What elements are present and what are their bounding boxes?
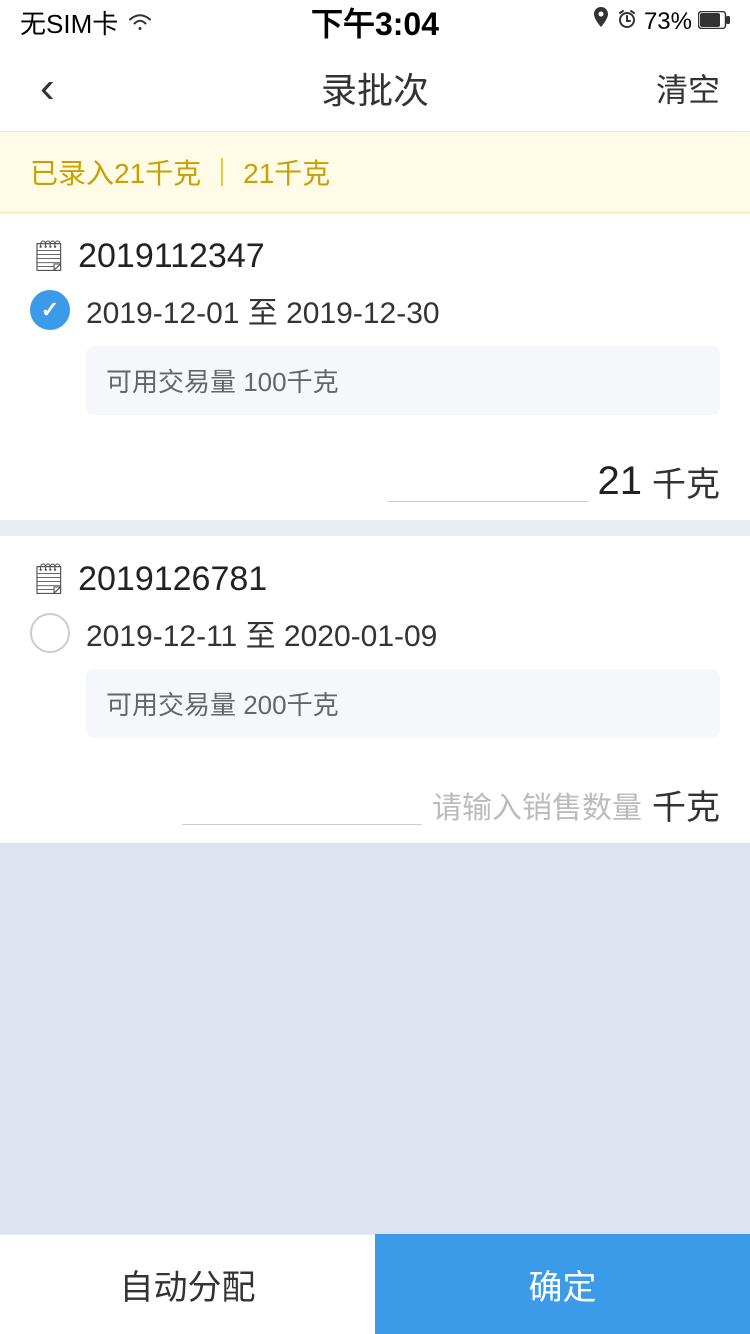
section-separator: [0, 520, 750, 536]
nav-bar: ‹ 录批次 清空: [0, 44, 750, 132]
batch-2-item[interactable]: 🗒 2019126781 2019-12-11 至 2020-01-09 可用交…: [0, 536, 750, 766]
clear-button[interactable]: 清空: [656, 65, 720, 111]
batch-1-section: 🗒 2019112347 2019-12-01 至 2019-12-30 可用交…: [0, 213, 750, 520]
batch-2-quantity-unit: 千克: [652, 780, 720, 829]
batch-1-quantity-unit: 千克: [652, 457, 720, 506]
batch-id-icon-1: 🗒: [30, 239, 68, 274]
summary-bar: 已录入21千克 21千克: [0, 132, 750, 213]
wifi-icon: [126, 7, 154, 38]
page-title: 录批次: [321, 62, 429, 114]
batch-2-date-row: 2019-12-11 至 2020-01-09: [30, 611, 720, 655]
batch-2-radio[interactable]: [30, 613, 70, 653]
confirm-label: 确定: [529, 1260, 597, 1309]
batch-1-available: 可用交易量 100千克: [86, 346, 720, 415]
batch-2-quantity-row[interactable]: 请输入销售数量 千克: [0, 766, 750, 843]
quantity-divider-1: [388, 501, 588, 502]
batch-1-radio[interactable]: [30, 290, 70, 330]
batch-2-date: 2019-12-11 至 2020-01-09: [86, 611, 437, 655]
sim-text: 无SIM卡: [20, 4, 118, 41]
batch-2-available: 可用交易量 200千克: [86, 669, 720, 738]
confirm-button[interactable]: 确定: [375, 1234, 750, 1334]
quantity-input-divider: [182, 824, 422, 825]
location-icon: [592, 7, 610, 38]
status-left: 无SIM卡: [20, 4, 154, 41]
summary-divider: [221, 158, 223, 186]
batch-1-date-row: 2019-12-01 至 2019-12-30: [30, 288, 720, 332]
batch-2-header: 🗒 2019126781: [30, 560, 720, 599]
back-button[interactable]: ‹: [30, 53, 65, 123]
batch-1-id: 2019112347: [78, 237, 265, 276]
batch-1-quantity-row: 21 千克: [0, 443, 750, 520]
summary-total: 21千克: [243, 152, 330, 192]
status-time: 下午3:04: [311, 0, 439, 45]
summary-recorded: 已录入21千克: [30, 152, 201, 192]
status-bar: 无SIM卡 下午3:04 73%: [0, 0, 750, 44]
batch-1-date: 2019-12-01 至 2019-12-30: [86, 288, 440, 332]
alarm-icon: [616, 8, 638, 37]
battery-percent: 73%: [644, 8, 692, 36]
batch-1-item[interactable]: 🗒 2019112347 2019-12-01 至 2019-12-30 可用交…: [0, 213, 750, 443]
auto-distribute-label: 自动分配: [120, 1260, 256, 1309]
auto-distribute-button[interactable]: 自动分配: [0, 1234, 375, 1334]
batch-1-header: 🗒 2019112347: [30, 237, 720, 276]
batch-2-input-placeholder: 请输入销售数量: [432, 783, 642, 827]
batch-1-quantity-value: 21: [598, 459, 643, 504]
batch-2-section: 🗒 2019126781 2019-12-11 至 2020-01-09 可用交…: [0, 536, 750, 843]
bottom-bar: 自动分配 确定: [0, 1234, 750, 1334]
batch-id-icon-2: 🗒: [30, 562, 68, 597]
battery-icon: [698, 8, 730, 36]
status-right: 73%: [592, 7, 730, 38]
batch-2-id: 2019126781: [78, 560, 267, 599]
page-content: ‹ 录批次 清空 已录入21千克 21千克 🗒 2019112347 2019-…: [0, 44, 750, 1334]
